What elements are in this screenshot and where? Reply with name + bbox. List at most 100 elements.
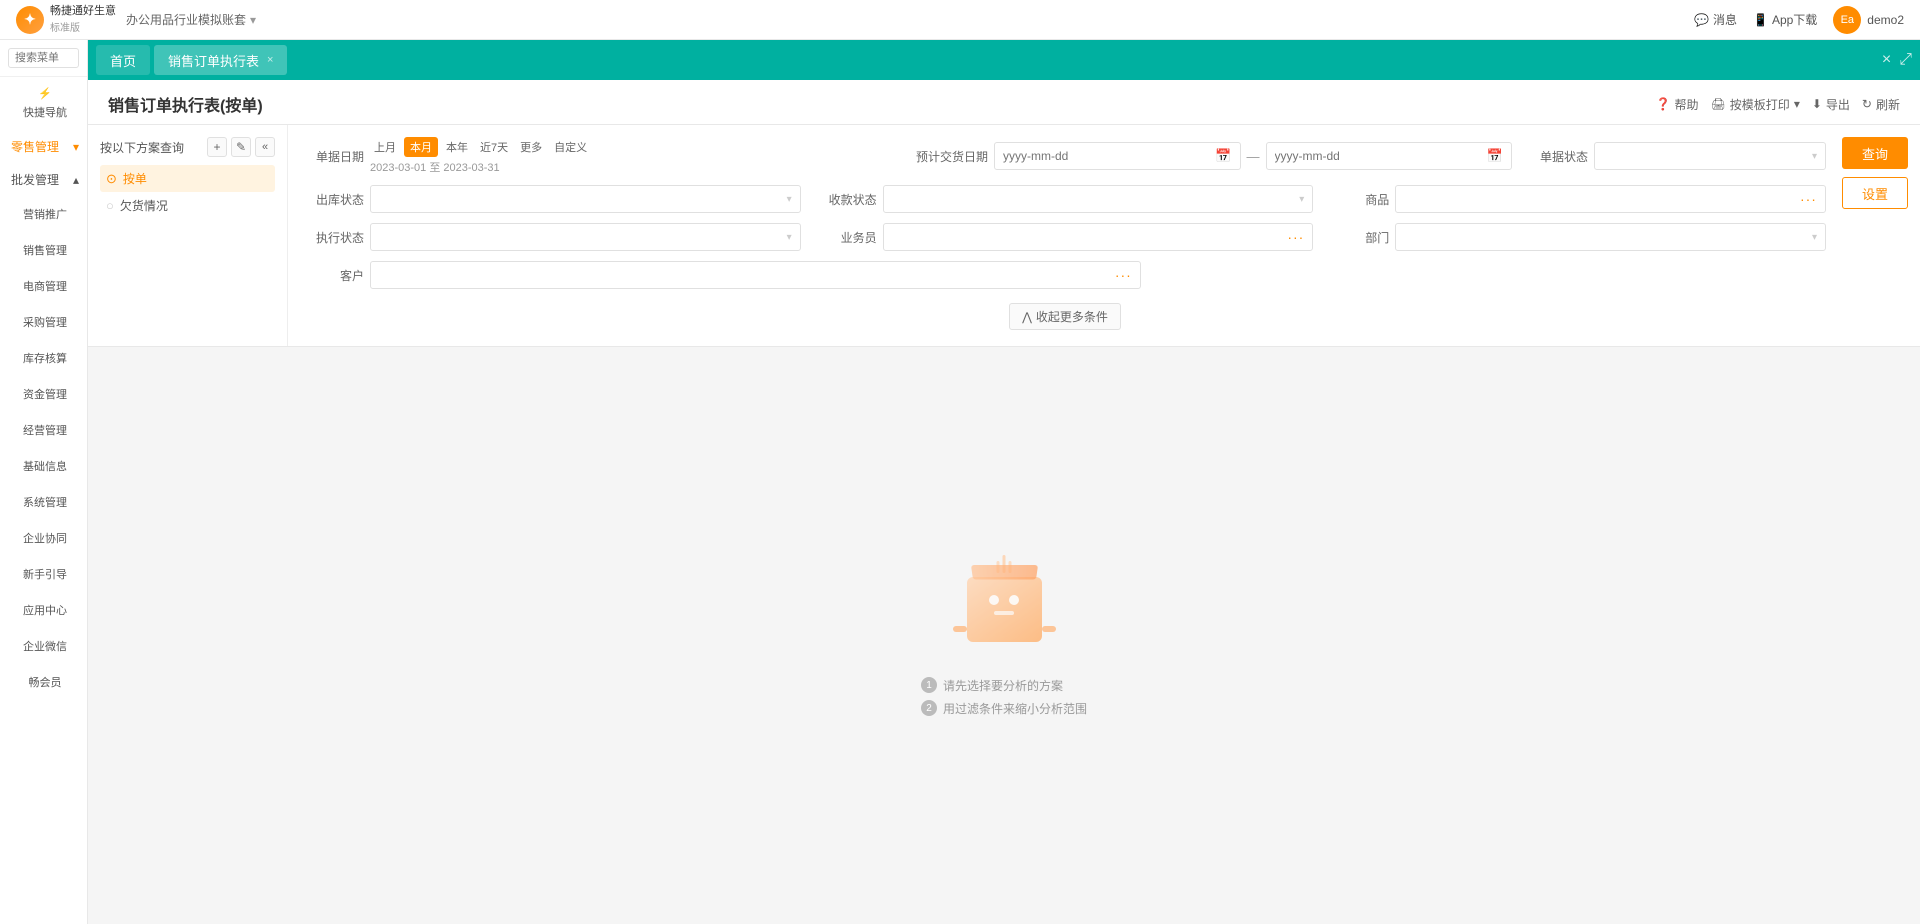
wholesale-mgmt-label: 批发管理 bbox=[11, 171, 59, 188]
logo[interactable]: ✦ 畅捷通好生意 标准版 bbox=[16, 5, 116, 33]
sidebar-item-enterprise-collab[interactable]: 企业协同 bbox=[0, 520, 87, 556]
customer-more-icon: ··· bbox=[1115, 267, 1132, 283]
scheme-active-icon: ⊙ bbox=[106, 171, 117, 187]
status-select[interactable]: ▾ bbox=[1594, 142, 1826, 170]
export-button[interactable]: ⬇ 导出 bbox=[1812, 96, 1850, 113]
date-shortcut-this-year[interactable]: 本年 bbox=[442, 138, 472, 156]
sidebar-item-ecommerce[interactable]: 电商管理 bbox=[0, 268, 87, 304]
vip-member-label: 畅会员 bbox=[29, 674, 62, 690]
sidebar-item-inventory[interactable]: 库存核算 bbox=[0, 340, 87, 376]
app-download-action[interactable]: 📱 App下载 bbox=[1753, 11, 1817, 28]
exec-status-label: 执行状态 bbox=[304, 229, 364, 246]
help-button[interactable]: ❓ 帮助 bbox=[1656, 96, 1699, 113]
sidebar-item-enterprise-wechat[interactable]: 企业微信 bbox=[0, 628, 87, 664]
tab-close-icon[interactable]: × bbox=[267, 54, 273, 66]
exec-dropdown-icon: ▾ bbox=[787, 232, 792, 243]
date-filter-item: 单据日期 上月 本月 本年 近7天 更多 自定义 20 bbox=[304, 137, 900, 175]
query-button[interactable]: 查询 bbox=[1842, 137, 1908, 169]
sidebar-item-vip-member[interactable]: 畅会员 bbox=[0, 664, 87, 700]
product-select[interactable]: ··· bbox=[1395, 185, 1826, 213]
basic-info-label: 基础信息 bbox=[23, 458, 67, 474]
hint-num-1: 1 bbox=[921, 677, 937, 693]
enterprise-wechat-label: 企业微信 bbox=[23, 638, 67, 654]
refresh-button[interactable]: ↻ 刷新 bbox=[1862, 96, 1900, 113]
settings-button[interactable]: 设置 bbox=[1842, 177, 1908, 209]
hint-text-1: 请先选择要分析的方案 bbox=[943, 677, 1063, 694]
scheme-by-order-label: 按单 bbox=[123, 170, 147, 187]
sidebar-item-ops-mgmt[interactable]: 经营管理 bbox=[0, 412, 87, 448]
hint-text-2: 用过滤条件来缩小分析范围 bbox=[943, 700, 1087, 717]
expected-date-end-input[interactable]: 📅 bbox=[1266, 142, 1513, 170]
sidebar-search-area[interactable] bbox=[0, 40, 87, 77]
sidebar-item-finance[interactable]: 资金管理 bbox=[0, 376, 87, 412]
print-icon: 🖨 bbox=[1711, 97, 1726, 111]
scheme-item-by-order[interactable]: ⊙ 按单 bbox=[100, 165, 275, 192]
customer-select[interactable]: ··· bbox=[370, 261, 1141, 289]
user-name[interactable]: demo2 bbox=[1867, 13, 1904, 27]
logo-text: 畅捷通好生意 bbox=[50, 5, 116, 18]
scheme-collapse-icon: « bbox=[262, 141, 268, 153]
expected-date-start-input[interactable]: 📅 bbox=[994, 142, 1241, 170]
collapse-label: 收起更多条件 bbox=[1036, 308, 1108, 325]
scheme-edit-button[interactable]: ✎ bbox=[231, 137, 251, 157]
message-label: 消息 bbox=[1713, 11, 1737, 28]
logo-icon: ✦ bbox=[24, 11, 36, 28]
collection-status-select[interactable]: ▾ bbox=[883, 185, 1314, 213]
sidebar-item-quick-nav[interactable]: ⚡ 快捷导航 bbox=[0, 77, 87, 130]
breadcrumb: 办公用品行业模拟账套 ▾ bbox=[126, 11, 256, 28]
exec-status-item: 执行状态 ▾ bbox=[304, 223, 801, 251]
print-button[interactable]: 🖨 按模板打印 ▾ bbox=[1711, 96, 1800, 113]
collection-status-item: 收款状态 ▾ bbox=[817, 185, 1314, 213]
date-shortcut-custom[interactable]: 自定义 bbox=[550, 138, 591, 156]
sidebar-item-system-mgmt[interactable]: 系统管理 bbox=[0, 484, 87, 520]
customer-label: 客户 bbox=[304, 267, 364, 284]
sidebar-item-wholesale-mgmt[interactable]: 批发管理 ▴ bbox=[0, 163, 87, 196]
scheme-collapse-button[interactable]: « bbox=[255, 137, 275, 157]
salesperson-label: 业务员 bbox=[817, 229, 877, 246]
sidebar-item-marketing[interactable]: 营销推广 bbox=[0, 196, 87, 232]
scheme-item-shortage[interactable]: ○ 欠货情况 bbox=[100, 192, 275, 219]
department-dropdown-icon: ▾ bbox=[1812, 232, 1817, 243]
scheme-add-button[interactable]: + bbox=[207, 137, 227, 157]
department-select[interactable]: ▾ bbox=[1395, 223, 1826, 251]
collapse-more-button[interactable]: ⋀ 收起更多条件 bbox=[1009, 303, 1121, 330]
sidebar-item-sales-mgmt[interactable]: 销售管理 bbox=[0, 232, 87, 268]
expected-date-label: 预计交货日期 bbox=[916, 148, 988, 165]
user-profile[interactable]: Ea demo2 bbox=[1833, 6, 1904, 34]
sidebar-item-purchase[interactable]: 采购管理 bbox=[0, 304, 87, 340]
sidebar-item-app-center[interactable]: 应用中心 bbox=[0, 592, 87, 628]
breadcrumb-arrow[interactable]: ▾ bbox=[250, 13, 256, 27]
date-shortcut-more[interactable]: 更多 bbox=[516, 138, 546, 156]
date-range-separator: — bbox=[1247, 149, 1260, 164]
exec-status-select[interactable]: ▾ bbox=[370, 223, 801, 251]
calendar-end-icon: 📅 bbox=[1487, 148, 1503, 164]
tab-home-label: 首页 bbox=[110, 51, 136, 70]
sidebar-item-new-user-guide[interactable]: 新手引导 bbox=[0, 556, 87, 592]
sidebar-search-input[interactable] bbox=[8, 48, 79, 68]
tab-fullscreen-button[interactable]: ⤢ bbox=[1899, 51, 1912, 69]
print-arrow-icon: ▾ bbox=[1794, 97, 1800, 111]
date-shortcut-this-month[interactable]: 本月 bbox=[404, 137, 438, 157]
empty-box-body bbox=[967, 577, 1042, 642]
tab-sales-exec[interactable]: 销售订单执行表 × bbox=[154, 45, 287, 75]
breadcrumb-text: 办公用品行业模拟账套 bbox=[126, 11, 246, 28]
collection-status-label: 收款状态 bbox=[817, 191, 877, 208]
sidebar-item-basic-info[interactable]: 基础信息 bbox=[0, 448, 87, 484]
department-filter-item: 部门 ▾ bbox=[1329, 223, 1826, 251]
expected-date-start-field[interactable] bbox=[1003, 149, 1211, 163]
logo-sub: 标准版 bbox=[50, 19, 116, 34]
date-shortcut-last-7-days[interactable]: 近7天 bbox=[476, 138, 512, 156]
salesperson-select[interactable]: ··· bbox=[883, 223, 1314, 251]
system-mgmt-label: 系统管理 bbox=[23, 494, 67, 510]
tab-close-all-button[interactable]: × bbox=[1882, 51, 1891, 69]
message-action[interactable]: 💬 消息 bbox=[1694, 11, 1737, 28]
empty-illustration bbox=[944, 555, 1064, 665]
sidebar-item-retail-mgmt[interactable]: 零售管理 ▾ bbox=[0, 130, 87, 163]
scheme-add-icon: + bbox=[213, 140, 220, 154]
expected-date-end-field[interactable] bbox=[1275, 149, 1483, 163]
date-label: 单据日期 bbox=[304, 148, 364, 165]
inventory-label: 库存核算 bbox=[23, 350, 67, 366]
date-shortcut-last-month[interactable]: 上月 bbox=[370, 138, 400, 156]
shipment-status-select[interactable]: ▾ bbox=[370, 185, 801, 213]
tab-home[interactable]: 首页 bbox=[96, 45, 150, 75]
